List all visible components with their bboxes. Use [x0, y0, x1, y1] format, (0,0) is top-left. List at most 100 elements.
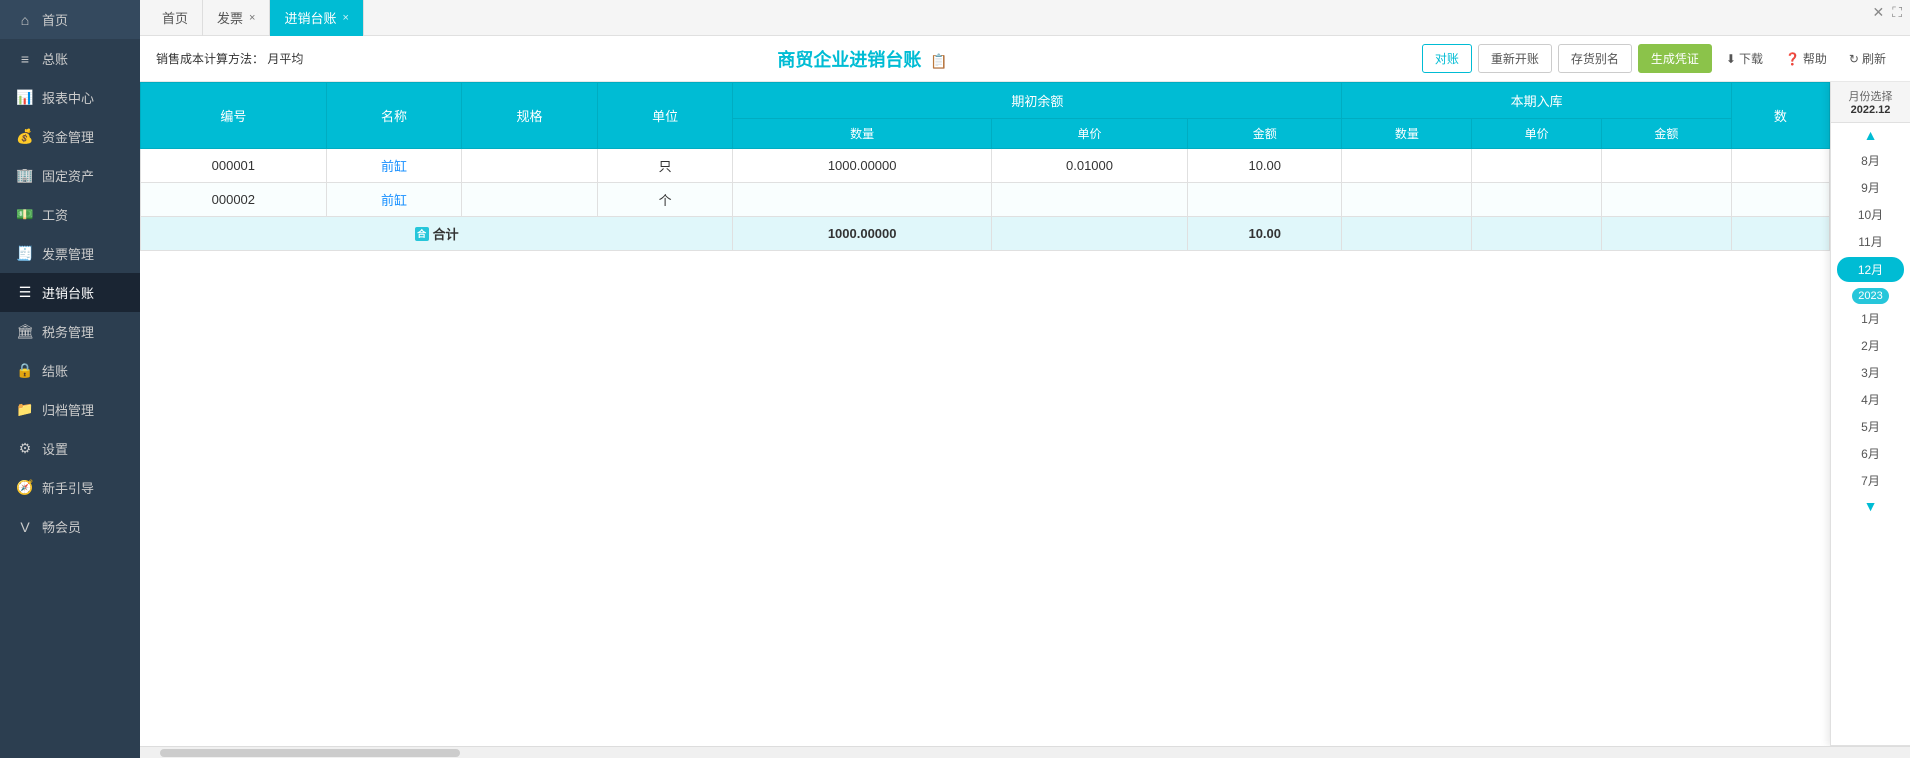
sidebar-item-settings[interactable]: ⚙ 设置: [0, 429, 140, 468]
tab-inventory-close[interactable]: ×: [342, 12, 348, 24]
month-item-1[interactable]: 1月: [1831, 305, 1910, 332]
sidebar-item-tax[interactable]: 🏛 税务管理: [0, 312, 140, 351]
cell-unit: 只: [597, 149, 733, 183]
tab-home-label: 首页: [162, 8, 188, 27]
month-nav-down[interactable]: ▼: [1831, 494, 1910, 518]
total-label-cell: 合 合计: [141, 217, 733, 251]
sidebar-item-guide[interactable]: 🧭 新手引导: [0, 468, 140, 507]
main-area: ✕ ⛶ 首页 发票 × 进销台账 × 销售成本计算方法： 月平均 商贸企业进销台…: [140, 0, 1910, 758]
total-ci-amount: [1602, 217, 1732, 251]
cell-ci-qty: [1342, 183, 1472, 217]
cell-ci-price: [1472, 183, 1602, 217]
window-controls: ✕ ⛶: [1872, 4, 1902, 21]
month-item-5[interactable]: 5月: [1831, 413, 1910, 440]
sidebar-item-home[interactable]: ⌂ 首页: [0, 0, 140, 39]
month-item-6[interactable]: 6月: [1831, 440, 1910, 467]
cell-extra: [1731, 149, 1829, 183]
total-extra: [1731, 217, 1829, 251]
sidebar-item-assets[interactable]: 🏢 固定资产: [0, 156, 140, 195]
sidebar-item-label: 归档管理: [42, 400, 94, 419]
month-item-3[interactable]: 3月: [1831, 359, 1910, 386]
cell-code: 000001: [141, 149, 327, 183]
month-item-12[interactable]: 12月: [1837, 257, 1904, 282]
sidebar-item-ledger[interactable]: ≡ 总账: [0, 39, 140, 78]
sidebar-item-label: 固定资产: [42, 166, 94, 185]
sidebar-item-close[interactable]: 🔒 结账: [0, 351, 140, 390]
sidebar-item-invoice-mgmt[interactable]: 🧾 发票管理: [0, 234, 140, 273]
assets-icon: 🏢: [16, 167, 34, 184]
sidebar-item-label: 首页: [42, 10, 68, 29]
sidebar-item-inventory[interactable]: ☰ 进销台账: [0, 273, 140, 312]
guide-icon: 🧭: [16, 479, 34, 496]
inventory-icon: ☰: [16, 284, 34, 301]
archive-icon: 📁: [16, 401, 34, 418]
month-item-10[interactable]: 10月: [1831, 201, 1910, 228]
scroll-track[interactable]: [160, 749, 460, 757]
refresh-icon: ↻: [1849, 52, 1859, 66]
sidebar-item-label: 设置: [42, 439, 68, 458]
refresh-button[interactable]: ↻ 刷新: [1841, 45, 1894, 72]
cell-ps-qty: [733, 183, 992, 217]
month-item-7[interactable]: 7月: [1831, 467, 1910, 494]
tab-inventory[interactable]: 进销台账 ×: [270, 0, 363, 36]
home-icon: ⌂: [16, 12, 34, 28]
year-2023-badge: 2023: [1852, 288, 1888, 304]
page-title-edit-icon[interactable]: 📋: [930, 53, 947, 69]
inventory-table: 编号 名称 规格 单位 期初余额 本期入库 数 数量 单价 金额 数: [140, 82, 1830, 251]
tab-invoice[interactable]: 发票 ×: [203, 0, 270, 36]
sidebar-item-label: 工资: [42, 205, 68, 224]
cost-method-value: 月平均: [267, 52, 303, 66]
month-item-4[interactable]: 4月: [1831, 386, 1910, 413]
expand-window-button[interactable]: ⛶: [1892, 4, 1902, 21]
close-window-button[interactable]: ✕: [1872, 4, 1884, 21]
col-header-current-in: 本期入库: [1342, 83, 1731, 119]
col-header-period-start: 期初余额: [733, 83, 1342, 119]
sidebar-item-label: 税务管理: [42, 322, 94, 341]
month-item-9[interactable]: 9月: [1831, 174, 1910, 201]
total-icon: 合: [415, 227, 429, 241]
month-item-2[interactable]: 2月: [1831, 332, 1910, 359]
download-icon: ⬇: [1726, 52, 1736, 66]
sidebar-item-label: 畅会员: [42, 517, 81, 536]
generate-voucher-button[interactable]: 生成凭证: [1638, 44, 1712, 73]
sidebar-item-label: 总账: [42, 49, 68, 68]
tab-home[interactable]: 首页: [148, 0, 203, 36]
sidebar-item-vip[interactable]: V 畅会员: [0, 507, 140, 546]
col-header-unit: 单位: [597, 83, 733, 149]
sidebar-item-salary[interactable]: 💵 工资: [0, 195, 140, 234]
finance-icon: 💰: [16, 128, 34, 145]
tab-invoice-close[interactable]: ×: [249, 12, 255, 24]
sidebar-item-archive[interactable]: 📁 归档管理: [0, 390, 140, 429]
table-row: 000002 前缸 个: [141, 183, 1830, 217]
total-row: 合 合计 1000.00000 10.00: [141, 217, 1830, 251]
total-text: 合计: [433, 224, 459, 243]
sidebar-item-label: 报表中心: [42, 88, 94, 107]
reconcile-button[interactable]: 对账: [1422, 44, 1472, 73]
save-alias-button[interactable]: 存货别名: [1558, 44, 1632, 73]
cell-ps-amount: [1188, 183, 1342, 217]
reports-icon: 📊: [16, 89, 34, 106]
help-icon: ❓: [1785, 52, 1800, 66]
cell-name: 前缸: [326, 183, 462, 217]
month-item-11[interactable]: 11月: [1831, 228, 1910, 255]
total-ps-price: [991, 217, 1187, 251]
bottom-scrollbar[interactable]: [140, 746, 1910, 758]
sidebar-item-label: 发票管理: [42, 244, 94, 263]
month-item-8[interactable]: 8月: [1831, 147, 1910, 174]
col-header-ps-amount: 金额: [1188, 119, 1342, 149]
month-nav-up[interactable]: ▲: [1831, 123, 1910, 147]
salary-icon: 💵: [16, 206, 34, 223]
sidebar-item-reports[interactable]: 📊 报表中心: [0, 78, 140, 117]
table-container[interactable]: 编号 名称 规格 单位 期初余额 本期入库 数 数量 单价 金额 数: [140, 82, 1830, 746]
total-ps-qty: 1000.00000: [733, 217, 992, 251]
reopen-button[interactable]: 重新开账: [1478, 44, 1552, 73]
cell-extra: [1731, 183, 1829, 217]
tabs-bar: 首页 发票 × 进销台账 ×: [140, 0, 1910, 36]
sidebar-item-label: 资金管理: [42, 127, 94, 146]
sidebar-item-finance[interactable]: 💰 资金管理: [0, 117, 140, 156]
cell-code: 000002: [141, 183, 327, 217]
cell-ci-qty: [1342, 149, 1472, 183]
download-button[interactable]: ⬇ 下载: [1718, 45, 1771, 72]
total-ci-qty: [1342, 217, 1472, 251]
help-button[interactable]: ❓ 帮助: [1777, 45, 1835, 72]
